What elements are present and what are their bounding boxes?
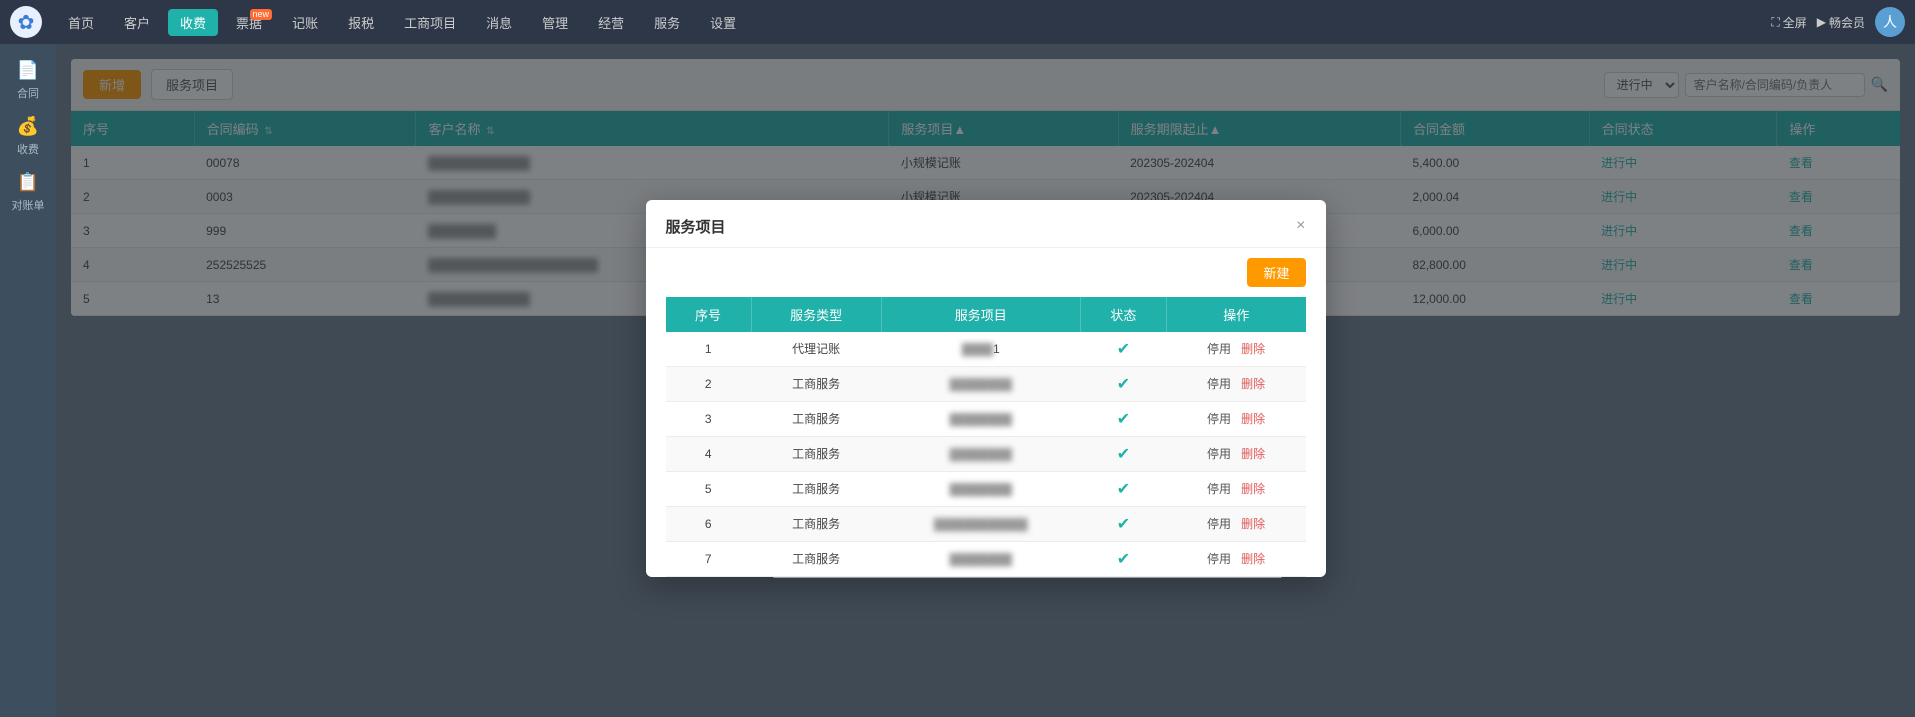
modal-table-row: 8 工商服务 ████注册 ✔ 停用 删除 [666,576,1306,577]
nav-jingying[interactable]: 经营 [586,9,636,36]
status-check-icon: ✔ [1117,446,1130,463]
main-layout: 📄 合同 💰 收费 📋 对账单 新增 服务项目 进行中 已完成 已终止 [0,44,1915,717]
nav-home[interactable]: 首页 [56,9,106,36]
nav-jizhang[interactable]: 记账 [280,9,330,36]
nav-items: 首页 客户 收费 票据 new 记账 报税 工商项目 消息 管理 经营 服务 设… [56,9,1771,36]
fullscreen-icon: ⛶ [1771,15,1779,30]
delete-button[interactable]: 删除 [1241,552,1265,566]
modal-table-row: 1 代理记账 ████1 ✔ 停用 删除 [666,332,1306,367]
status-check-icon: ✔ [1117,411,1130,428]
sidebar: 📄 合同 💰 收费 📋 对账单 [0,44,56,717]
modal-toolbar: 新建 [646,248,1326,297]
stop-button[interactable]: 停用 [1207,377,1231,391]
nav-customer[interactable]: 客户 [112,9,162,36]
modal-new-button[interactable]: 新建 [1247,258,1305,287]
member-icon: ▶ [1817,15,1826,29]
modal-table-row: 4 工商服务 ████████ ✔ 停用 删除 [666,436,1306,471]
modal-col-type: 服务类型 [751,297,881,332]
contract-icon: 📄 [17,60,39,81]
fee-icon: 💰 [17,116,39,137]
modal-table-body: 1 代理记账 ████1 ✔ 停用 删除 2 工 [666,332,1306,577]
nav-gongshang[interactable]: 工商项目 [392,9,468,36]
modal-table-row: 7 工商服务 ████████ ✔ 停用 删除 [666,541,1306,576]
modal-close-button[interactable]: × [1296,218,1305,234]
service-items-modal: 服务项目 × 新建 序号 服务类型 服务项目 状态 操作 [646,200,1326,577]
nav-piaoju[interactable]: 票据 new [224,9,274,36]
fullscreen-btn[interactable]: ⛶ 全屏 [1771,14,1806,31]
modal-table-wrapper: 序号 服务类型 服务项目 状态 操作 1 代理记账 ████1 ✔ [646,297,1326,577]
delete-button[interactable]: 删除 [1241,412,1265,426]
modal-header: 服务项目 × [646,200,1326,248]
sidebar-label-contract: 合同 [17,85,39,101]
sidebar-label-statement: 对账单 [12,197,45,213]
sidebar-item-statement[interactable]: 📋 对账单 [4,166,52,218]
modal-table-header: 序号 服务类型 服务项目 状态 操作 [666,297,1306,332]
modal-table: 序号 服务类型 服务项目 状态 操作 1 代理记账 ████1 ✔ [666,297,1306,577]
delete-button[interactable]: 删除 [1241,377,1265,391]
status-check-icon: ✔ [1117,481,1130,498]
nav-right: ⛶ 全屏 ▶ 畅会员 人 [1771,7,1905,37]
stop-button[interactable]: 停用 [1207,412,1231,426]
status-check-icon: ✔ [1117,516,1130,533]
status-check-icon: ✔ [1117,551,1130,568]
nav-fuwu[interactable]: 服务 [642,9,692,36]
modal-title: 服务项目 [666,216,726,237]
status-check-icon: ✔ [1117,341,1130,358]
modal-col-status: 状态 [1080,297,1166,332]
avatar[interactable]: 人 [1875,7,1905,37]
app-logo: ✿ [10,6,42,38]
nav-baoshui[interactable]: 报税 [336,9,386,36]
status-check-icon: ✔ [1117,376,1130,393]
modal-table-row: 5 工商服务 ████████ ✔ 停用 删除 [666,471,1306,506]
stop-button[interactable]: 停用 [1207,517,1231,531]
stop-button[interactable]: 停用 [1207,342,1231,356]
content-area: 新增 服务项目 进行中 已完成 已终止 🔍 序号 合同编码 ⇅ [56,44,1915,717]
delete-button[interactable]: 删除 [1241,447,1265,461]
modal-table-row: 6 工商服务 ████████████ ✔ 停用 删除 [666,506,1306,541]
stop-button[interactable]: 停用 [1207,447,1231,461]
delete-button[interactable]: 删除 [1241,517,1265,531]
new-badge: new [250,9,273,20]
nav-shezhi[interactable]: 设置 [698,9,748,36]
sidebar-item-fee[interactable]: 💰 收费 [4,110,52,162]
sidebar-label-fee: 收费 [17,141,39,157]
sidebar-item-contract[interactable]: 📄 合同 [4,54,52,106]
nav-xiaoxi[interactable]: 消息 [474,9,524,36]
modal-table-row: 3 工商服务 ████████ ✔ 停用 删除 [666,401,1306,436]
statement-icon: 📋 [17,172,39,193]
modal-col-item: 服务项目 [881,297,1080,332]
top-nav: ✿ 首页 客户 收费 票据 new 记账 报税 工商项目 消息 管理 经营 服务… [0,0,1915,44]
nav-guanli[interactable]: 管理 [530,9,580,36]
nav-shoufei[interactable]: 收费 [168,9,218,36]
modal-table-row: 2 工商服务 ████████ ✔ 停用 删除 [666,366,1306,401]
stop-button[interactable]: 停用 [1207,552,1231,566]
modal-col-action: 操作 [1167,297,1306,332]
delete-button[interactable]: 删除 [1241,482,1265,496]
member-btn[interactable]: ▶ 畅会员 [1817,14,1865,31]
stop-button[interactable]: 停用 [1207,482,1231,496]
modal-col-no: 序号 [666,297,752,332]
delete-button[interactable]: 删除 [1241,342,1265,356]
